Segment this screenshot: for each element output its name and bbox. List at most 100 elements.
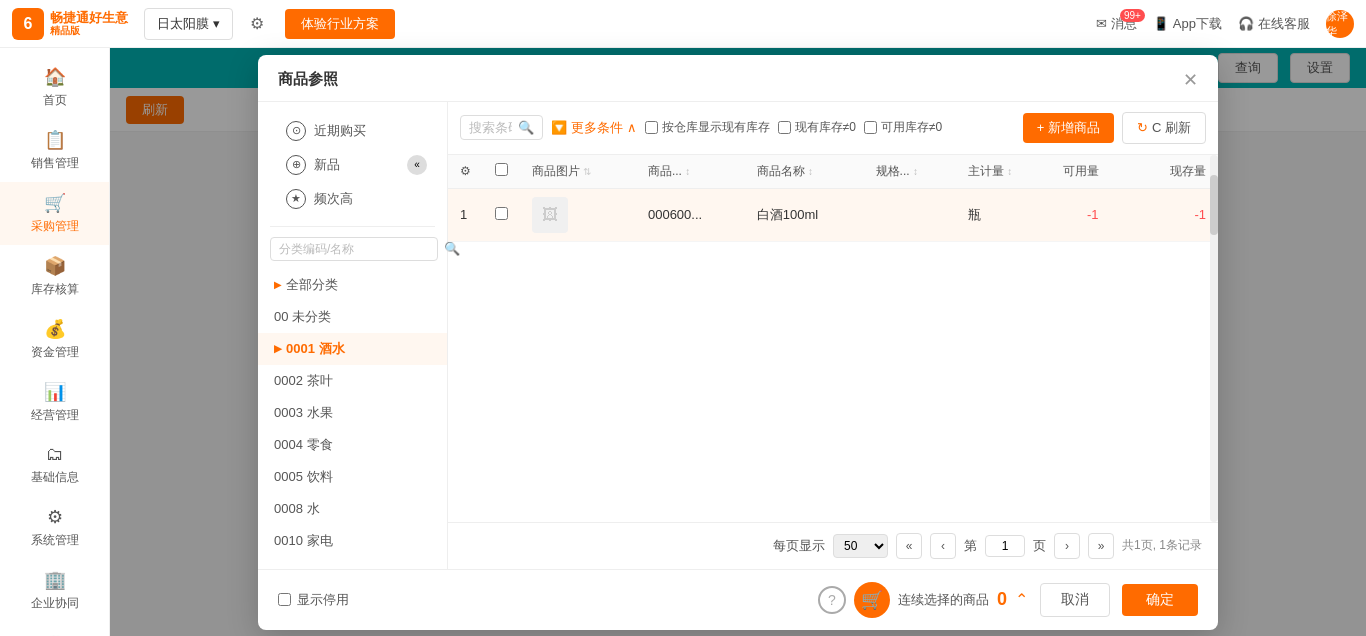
- table-body: 1 🖼: [448, 188, 1218, 241]
- th-spec[interactable]: 规格...: [864, 155, 956, 189]
- sidebar-item-base[interactable]: 🗂 基础信息: [0, 434, 109, 496]
- cart-label: 连续选择的商品: [898, 591, 989, 609]
- experience-button[interactable]: 体验行业方案: [285, 9, 395, 39]
- page-label: 第: [964, 537, 977, 555]
- gear-button[interactable]: ⚙: [241, 8, 273, 40]
- show-disabled-checkbox-label[interactable]: 显示停用: [278, 591, 349, 609]
- frequent-icon: ★: [286, 189, 306, 209]
- sidebar-item-system[interactable]: ⚙ 系统管理: [0, 496, 109, 559]
- row-checkbox[interactable]: [495, 207, 508, 220]
- cart-icon[interactable]: 🛒: [854, 582, 890, 618]
- topbar: 6 畅捷通好生意 精品版 日太阳膜 ▾ ⚙ 体验行业方案 ✉ 消息 99+ 📱 …: [0, 0, 1366, 48]
- prev-page-button[interactable]: ‹: [930, 533, 956, 559]
- finance-icon: 💰: [44, 318, 66, 340]
- help-icon[interactable]: ?: [818, 586, 846, 614]
- company-selector[interactable]: 日太阳膜 ▾: [144, 8, 233, 40]
- category-label-0008: 0008 水: [274, 500, 320, 518]
- user-menu[interactable]: 徐泽华: [1326, 10, 1354, 38]
- filter-button[interactable]: 🔽 更多条件 ∧: [551, 119, 637, 137]
- product-reference-modal: 商品参照 ✕ ⊙ 近期购买: [258, 55, 1218, 630]
- category-item-all[interactable]: ▶ 全部分类: [258, 269, 447, 301]
- page-input[interactable]: [985, 535, 1025, 557]
- menu-label-recent: 近期购买: [314, 122, 366, 140]
- sidebar: 🏠 首页 📋 销售管理 🛒 采购管理 📦 库存核算 💰 资金管理 📊 经营管理 …: [0, 48, 110, 636]
- th-unit[interactable]: 主计量: [956, 155, 1051, 189]
- gear-icon: ⚙: [250, 14, 264, 33]
- category-item-0005[interactable]: 0005 饮料: [258, 461, 447, 493]
- sidebar-item-purchase[interactable]: 🛒 采购管理: [0, 182, 109, 245]
- base-icon: 🗂: [46, 444, 64, 465]
- main-layout: 🏠 首页 📋 销售管理 🛒 采购管理 📦 库存核算 💰 资金管理 📊 经营管理 …: [0, 48, 1366, 636]
- new-icon: ⊕: [286, 155, 306, 175]
- category-item-00[interactable]: 00 未分类: [258, 301, 447, 333]
- right-panel: 🔍 🔽 更多条件 ∧ 按仓库显示现有库存: [448, 102, 1218, 569]
- th-code[interactable]: 商品...: [636, 155, 745, 189]
- chevron-down-icon: ▾: [213, 16, 220, 31]
- sidebar-item-enterprise[interactable]: 🏢 企业协同: [0, 559, 109, 622]
- sidebar-item-stock[interactable]: 📦 库存核算: [0, 245, 109, 308]
- sidebar-item-sales[interactable]: 📋 销售管理: [0, 119, 109, 182]
- footer-cart-area: ? 🛒 连续选择的商品 0 ⌃: [818, 582, 1028, 618]
- category-item-0002[interactable]: 0002 茶叶: [258, 365, 447, 397]
- menu-item-new[interactable]: ⊕ 新品: [274, 148, 403, 182]
- sidebar-item-business[interactable]: 📊 经营管理: [0, 371, 109, 434]
- confirm-button[interactable]: 确定: [1122, 584, 1198, 616]
- td-name: 白酒100ml: [745, 188, 864, 241]
- checkbox-available-ne0[interactable]: 现有库存≠0: [778, 119, 856, 136]
- left-divider: [270, 226, 435, 227]
- menu-item-frequent[interactable]: ★ 频次高: [274, 182, 403, 216]
- logo-icon: 6: [12, 8, 44, 40]
- product-search-input[interactable]: [469, 120, 512, 135]
- topbar-right: ✉ 消息 99+ 📱 App下载 🎧 在线客服 徐泽华: [1096, 10, 1354, 38]
- sidebar-item-guide[interactable]: 📖 新手引导: [0, 622, 109, 636]
- collapse-icon[interactable]: ⌃: [1015, 590, 1028, 609]
- message-badge: 99+: [1120, 9, 1145, 22]
- sidebar-item-finance[interactable]: 💰 资金管理: [0, 308, 109, 371]
- service-button[interactable]: 🎧 在线客服: [1238, 15, 1310, 33]
- category-label-00: 00 未分类: [274, 308, 331, 326]
- refresh-button[interactable]: ↻ C 刷新: [1122, 112, 1206, 144]
- th-available: 可用量: [1051, 155, 1134, 189]
- chevron-up-icon: ∧: [627, 120, 637, 135]
- th-name[interactable]: 商品名称: [745, 155, 864, 189]
- app-download-button[interactable]: 📱 App下载: [1153, 15, 1222, 33]
- per-page-select[interactable]: 50 10 20 100: [833, 534, 888, 558]
- category-search-input[interactable]: [270, 237, 438, 261]
- sidebar-item-home[interactable]: 🏠 首页: [0, 56, 109, 119]
- scrollbar-thumb[interactable]: [1210, 175, 1218, 235]
- cancel-button[interactable]: 取消: [1040, 583, 1110, 617]
- td-stock: -1: [1134, 188, 1218, 241]
- phone-icon: 📱: [1153, 16, 1169, 31]
- modal-close-button[interactable]: ✕: [1183, 69, 1198, 91]
- show-stock-checkbox[interactable]: [645, 121, 658, 134]
- last-page-button[interactable]: »: [1088, 533, 1114, 559]
- first-page-button[interactable]: «: [896, 533, 922, 559]
- arrow-icon: ▶: [274, 279, 282, 290]
- left-panel-top: ⊙ 近期购买 ⊕ 新品 ★ 频次高: [258, 110, 447, 220]
- category-item-0004[interactable]: 0004 零食: [258, 429, 447, 461]
- checkbox-usable-ne0[interactable]: 可用库存≠0: [864, 119, 942, 136]
- category-item-0010[interactable]: 0010 家电: [258, 525, 447, 557]
- category-item-0003[interactable]: 0003 水果: [258, 397, 447, 429]
- sidebar-label-base: 基础信息: [31, 469, 79, 486]
- category-item-0001[interactable]: ▶ 0001 酒水: [258, 333, 447, 365]
- menu-item-recent[interactable]: ⊙ 近期购买: [274, 114, 403, 148]
- message-button[interactable]: ✉ 消息 99+: [1096, 15, 1137, 33]
- sidebar-label-business: 经营管理: [31, 407, 79, 424]
- usable-ne0-checkbox[interactable]: [864, 121, 877, 134]
- guide-icon: 📖: [44, 632, 66, 636]
- th-image: 商品图片 ⇅: [520, 155, 636, 189]
- pagination: 每页显示 50 10 20 100 « ‹ 第 页: [448, 522, 1218, 569]
- select-all-checkbox[interactable]: [495, 163, 508, 176]
- checkbox-show-stock[interactable]: 按仓库显示现有库存: [645, 119, 770, 136]
- show-disabled-checkbox[interactable]: [278, 593, 291, 606]
- category-label-0001: 0001 酒水: [286, 340, 345, 358]
- table-row[interactable]: 1 🖼: [448, 188, 1218, 241]
- add-product-button[interactable]: + 新增商品: [1023, 113, 1114, 143]
- th-settings[interactable]: ⚙: [448, 155, 483, 189]
- left-panel-collapse-button[interactable]: «: [407, 155, 427, 175]
- next-page-button[interactable]: ›: [1054, 533, 1080, 559]
- page-suffix: 页: [1033, 537, 1046, 555]
- category-item-0008[interactable]: 0008 水: [258, 493, 447, 525]
- available-ne0-checkbox[interactable]: [778, 121, 791, 134]
